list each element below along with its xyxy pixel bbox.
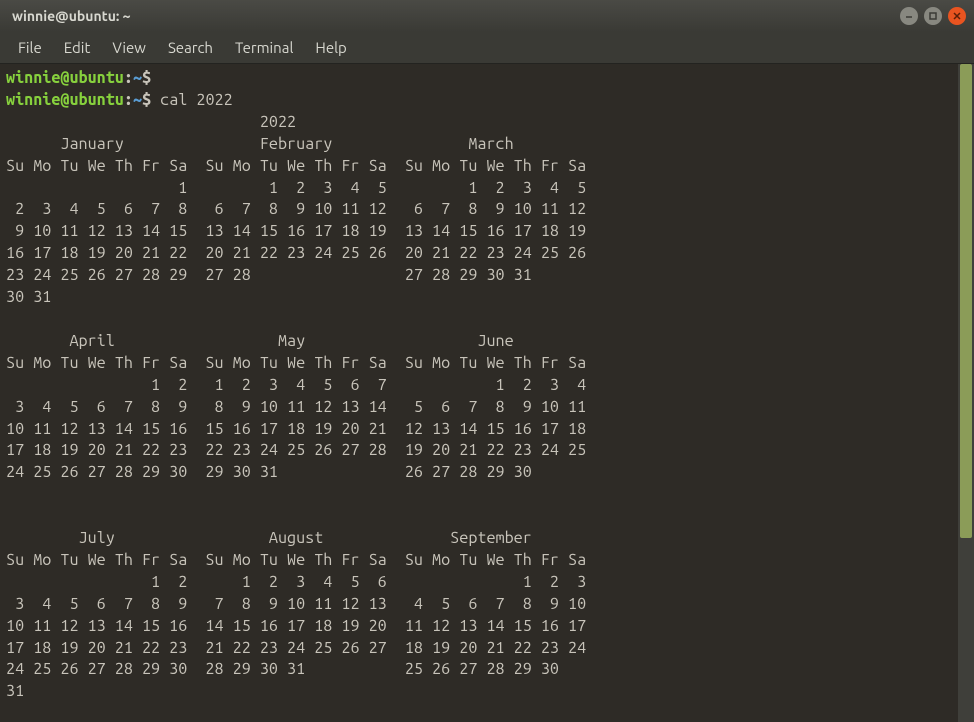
menu-view[interactable]: View [102, 35, 156, 60]
prompt-user: winnie [6, 91, 60, 109]
titlebar: winnie@ubuntu: ~ [0, 0, 974, 32]
prompt-path: ~ [133, 91, 142, 109]
terminal-content[interactable]: winnie@ubuntu:~$ winnie@ubuntu:~$ cal 20… [0, 64, 958, 722]
prompt-path: ~ [133, 69, 142, 87]
prompt-host: ubuntu [69, 91, 123, 109]
prompt-dollar: $ [142, 69, 151, 87]
maximize-button[interactable] [924, 7, 942, 25]
prompt-user: winnie [6, 69, 60, 87]
terminal-window: winnie@ubuntu: ~ File Edit View Search T… [0, 0, 974, 722]
calendar-output: 2022 January February March Su Mo Tu We … [6, 113, 604, 701]
menu-file[interactable]: File [8, 35, 52, 60]
command-1 [151, 69, 160, 87]
maximize-icon [928, 11, 938, 21]
prompt-colon: : [124, 69, 133, 87]
scroll-thumb[interactable] [960, 64, 972, 538]
menu-edit[interactable]: Edit [54, 35, 101, 60]
close-button[interactable] [948, 7, 966, 25]
prompt-host: ubuntu [69, 69, 123, 87]
window-controls [900, 7, 966, 25]
menubar: File Edit View Search Terminal Help [0, 32, 974, 64]
command-2: cal 2022 [151, 91, 233, 109]
close-icon [952, 11, 962, 21]
prompt-colon: : [124, 91, 133, 109]
window-title: winnie@ubuntu: ~ [8, 8, 900, 24]
minimize-icon [904, 11, 914, 21]
menu-search[interactable]: Search [158, 35, 223, 60]
minimize-button[interactable] [900, 7, 918, 25]
menu-terminal[interactable]: Terminal [225, 35, 303, 60]
menu-help[interactable]: Help [305, 35, 356, 60]
prompt-dollar: $ [142, 91, 151, 109]
scrollbar[interactable] [958, 64, 974, 722]
terminal-body: winnie@ubuntu:~$ winnie@ubuntu:~$ cal 20… [0, 64, 974, 722]
